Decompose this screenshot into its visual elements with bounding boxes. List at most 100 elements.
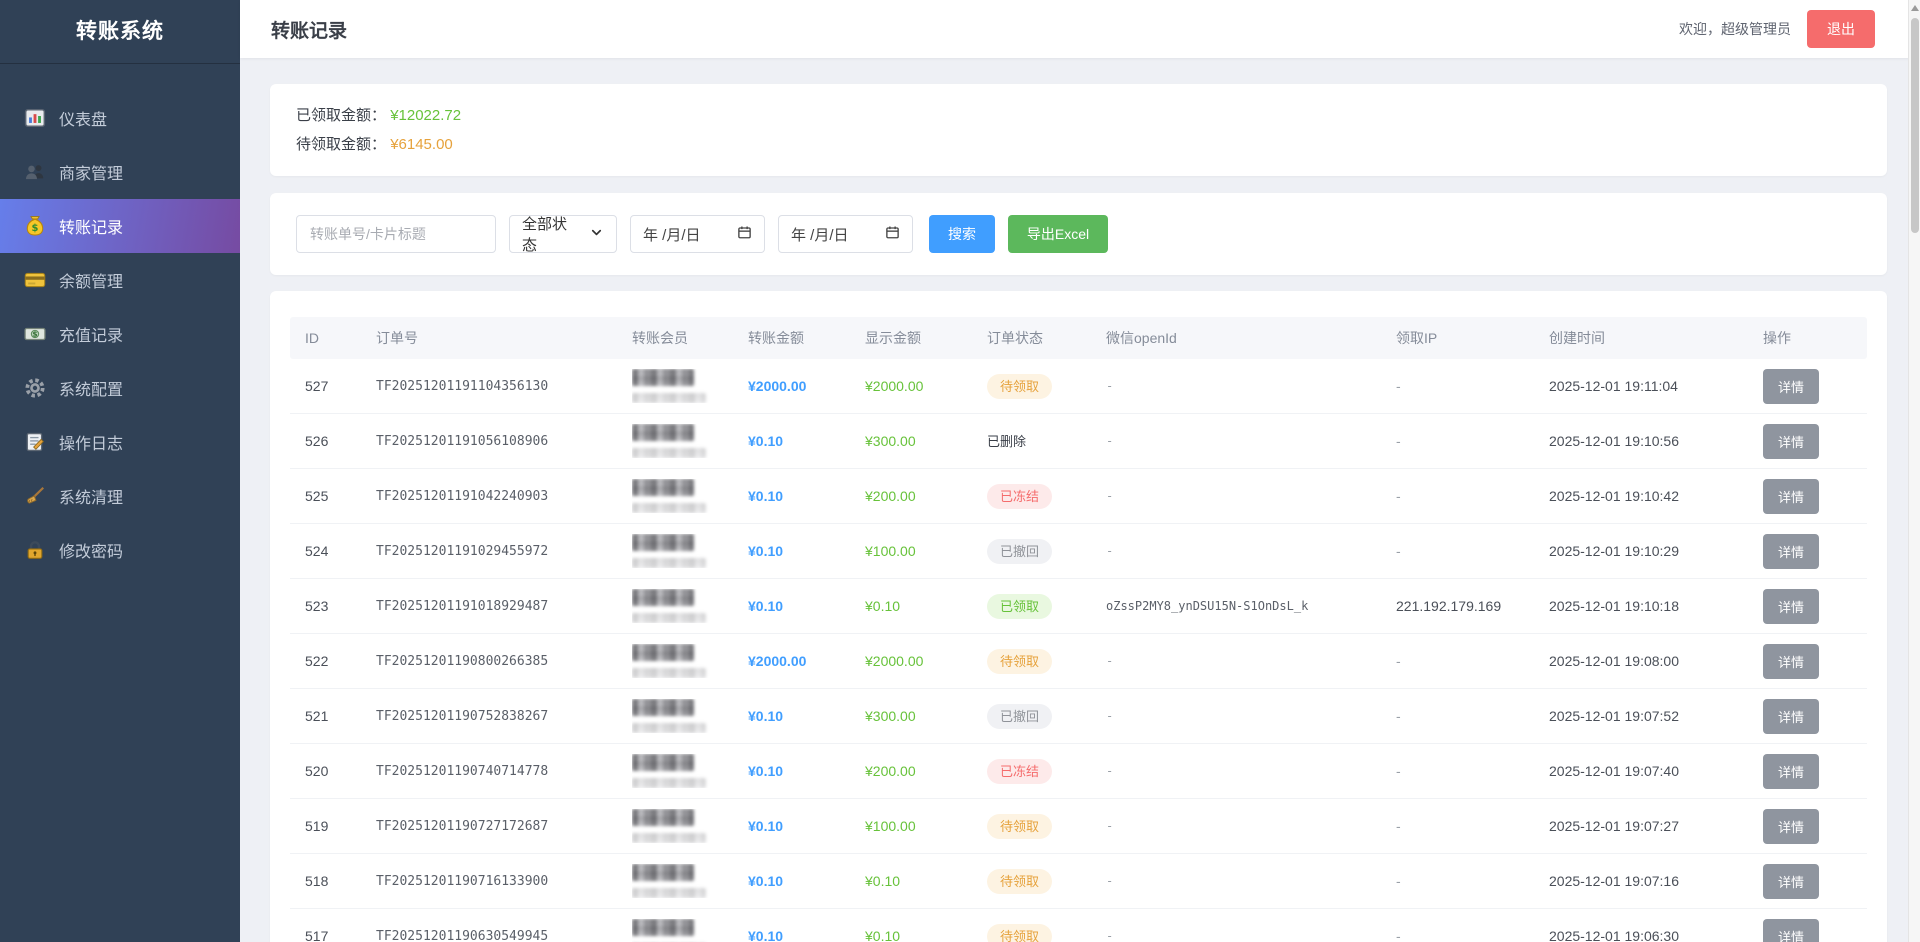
status-badge: 已领取	[987, 593, 1053, 619]
topbar: 转账记录 欢迎，超级管理员 退出	[240, 0, 1920, 58]
cell-wechat-openid: -	[1106, 764, 1396, 778]
cell-order-no: TF20251201190630549945	[376, 928, 549, 942]
status-badge: 已撤回	[987, 538, 1053, 564]
sidebar-item-label: 仪表盘	[59, 112, 108, 129]
table-column-header: 转账会员	[632, 330, 688, 346]
detail-button[interactable]: 详情	[1763, 423, 1820, 459]
status-select-value: 全部状态	[522, 216, 568, 254]
cell-member	[632, 589, 748, 623]
cell-display-amount: ¥100.00	[865, 543, 916, 559]
empty-dash: -	[1396, 873, 1401, 889]
member-sub-blurred	[632, 393, 706, 403]
table-column-header: 订单状态	[987, 330, 1043, 346]
cell-created-time: 2025-12-01 19:10:56	[1549, 433, 1679, 449]
cell-action: 详情	[1763, 423, 1867, 459]
sidebar-item-password[interactable]: 修改密码	[0, 523, 240, 577]
cell-wechat-openid: -	[1106, 434, 1396, 448]
empty-dash: -	[1396, 653, 1401, 669]
received-amount-line: 已领取金额： ¥12022.72	[296, 101, 1861, 130]
status-badge: 待领取	[987, 373, 1053, 399]
cell-transfer-amount: ¥0.10	[748, 543, 784, 559]
cell-transfer-amount: ¥0.10	[748, 598, 784, 614]
cell-order-no: TF20251201190800266385	[376, 653, 549, 669]
empty-dash: -	[1396, 378, 1401, 394]
svg-text:$: $	[33, 330, 38, 339]
cell-order-no: TF20251201191056108906	[376, 433, 549, 449]
page-scrollbar[interactable]	[1908, 0, 1920, 942]
table-row: 522 TF20251201190800266385 ¥2000.00 ¥2000.0…	[290, 634, 1867, 689]
table-column-header: 创建时间	[1549, 330, 1605, 346]
sidebar-item-dashboard[interactable]: 仪表盘	[0, 91, 240, 145]
cell-claim-ip: -	[1396, 708, 1549, 724]
member-name-blurred	[632, 589, 694, 606]
cell-order-no: TF20251201190727172687	[376, 818, 549, 834]
member-name-blurred	[632, 644, 694, 661]
chevron-down-icon	[581, 225, 604, 244]
cell-order-status: 待领取	[987, 868, 1106, 894]
empty-dash: -	[1106, 654, 1114, 668]
table-column-header: 领取IP	[1396, 330, 1438, 346]
received-amount-value: ¥12022.72	[390, 107, 462, 124]
pending-amount-line: 待领取金额： ¥6145.00	[296, 130, 1861, 159]
sidebar-item-label: 余额管理	[59, 274, 124, 291]
empty-dash: -	[1106, 929, 1114, 942]
detail-button[interactable]: 详情	[1763, 643, 1820, 679]
detail-button[interactable]: 详情	[1763, 478, 1820, 514]
sidebar-item-config[interactable]: 系统配置	[0, 361, 240, 415]
sidebar-menu: 仪表盘商家管理 $ 转账记录余额管理 $ 充值记录系统配置操作日志系统清理修改密码	[0, 64, 240, 577]
status-select[interactable]: 全部状态	[509, 215, 617, 254]
member-redacted-blur	[632, 479, 748, 513]
sidebar-item-label: 修改密码	[59, 544, 124, 561]
logout-button[interactable]: 退出	[1807, 10, 1875, 48]
cell-transfer-amount: ¥0.10	[748, 433, 784, 449]
search-button[interactable]: 搜索	[929, 215, 995, 253]
cell-claim-ip: -	[1396, 543, 1549, 559]
detail-button[interactable]: 详情	[1763, 753, 1820, 789]
detail-button[interactable]: 详情	[1763, 808, 1820, 844]
received-amount-label: 已领取金额：	[296, 107, 387, 124]
sidebar-item-balance[interactable]: 余额管理	[0, 253, 240, 307]
credit-card-icon	[24, 269, 46, 291]
cell-order-status: 已领取	[987, 593, 1106, 619]
table-column-header: 操作	[1763, 330, 1791, 346]
member-name-blurred	[632, 754, 694, 771]
member-name-blurred	[632, 919, 694, 936]
scrollbar-up-arrow-icon[interactable]	[1910, 5, 1919, 11]
sidebar-item-logs[interactable]: 操作日志	[0, 415, 240, 469]
detail-button[interactable]: 详情	[1763, 698, 1820, 734]
lock-icon	[24, 539, 46, 561]
cell-id: 519	[305, 818, 329, 834]
sidebar-item-label: 系统清理	[59, 490, 124, 507]
member-name-blurred	[632, 864, 694, 881]
sidebar-item-recharge[interactable]: $ 充值记录	[0, 307, 240, 361]
scrollbar-thumb[interactable]	[1911, 18, 1919, 233]
detail-button[interactable]: 详情	[1763, 533, 1820, 569]
welcome-text: 欢迎，超级管理员	[1679, 21, 1791, 37]
sidebar-item-merchants[interactable]: 商家管理	[0, 145, 240, 199]
member-name-blurred	[632, 809, 694, 826]
table-row: 518 TF20251201190716133900 ¥0.10 ¥0.10 待领取 - -…	[290, 854, 1867, 909]
search-input[interactable]	[296, 215, 496, 253]
cell-transfer-amount: ¥0.10	[748, 763, 784, 779]
page-title: 转账记录	[271, 20, 348, 42]
detail-button[interactable]: 详情	[1763, 918, 1820, 942]
cell-wechat-openid: -	[1106, 874, 1396, 888]
member-name-blurred	[632, 369, 694, 386]
date-end-input[interactable]: 年 /月/日	[778, 215, 913, 253]
detail-button[interactable]: 详情	[1763, 588, 1820, 624]
cell-id: 521	[305, 708, 329, 724]
cell-claim-ip: -	[1396, 928, 1549, 942]
cell-action: 详情	[1763, 753, 1867, 789]
sidebar-item-label: 系统配置	[59, 382, 124, 399]
sidebar-item-transfers[interactable]: $ 转账记录	[0, 199, 240, 253]
empty-dash: -	[1396, 543, 1401, 559]
cell-member	[632, 919, 748, 942]
date-start-input[interactable]: 年 /月/日	[630, 215, 765, 253]
detail-button[interactable]: 详情	[1763, 863, 1820, 899]
export-excel-button[interactable]: 导出Excel	[1008, 215, 1108, 253]
cell-order-status: 已冻结	[987, 758, 1106, 784]
sidebar-item-cleanup[interactable]: 系统清理	[0, 469, 240, 523]
detail-button[interactable]: 详情	[1763, 368, 1820, 404]
cell-claim-ip: -	[1396, 653, 1549, 669]
main-area: 转账记录 欢迎，超级管理员 退出 已领取金额： ¥12022.72 待领取金额：…	[240, 0, 1920, 942]
